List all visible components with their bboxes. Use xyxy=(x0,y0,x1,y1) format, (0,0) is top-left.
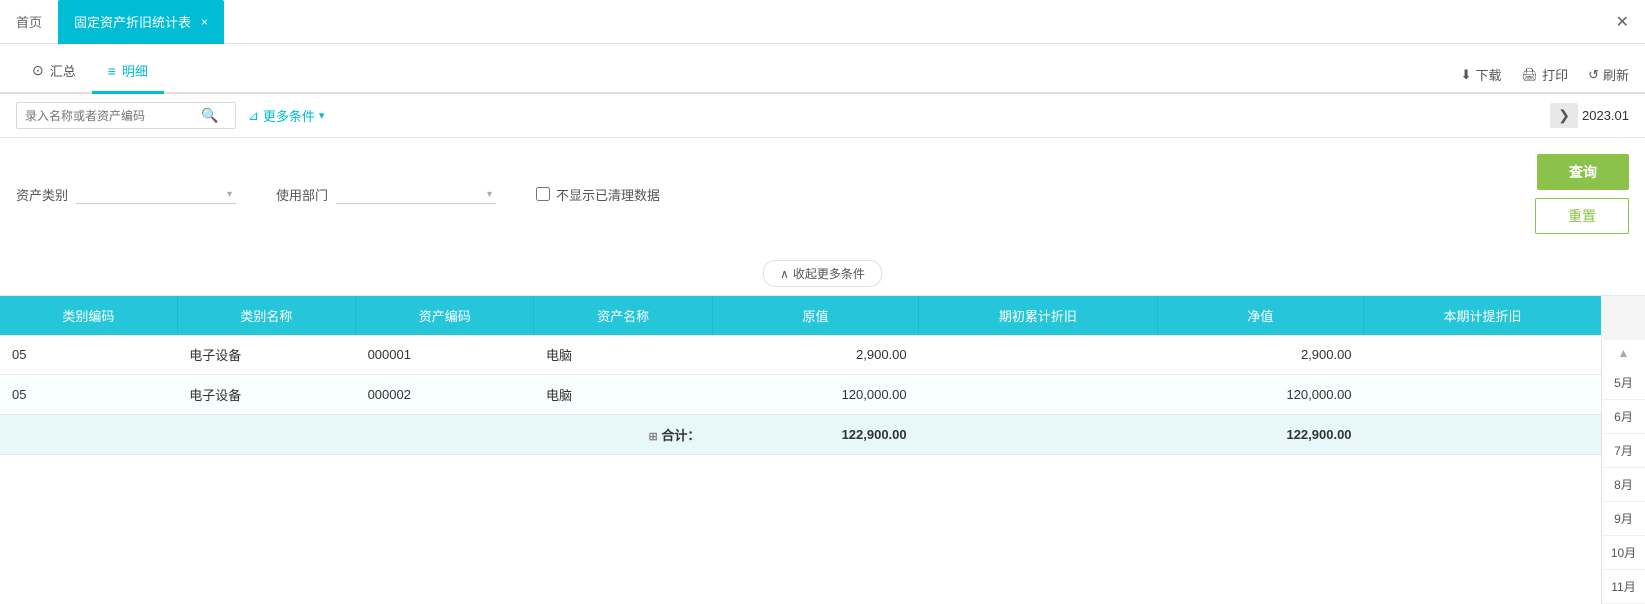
total-label: ⊞ 合计： xyxy=(0,415,712,455)
cell-category-code: 05 xyxy=(0,335,177,375)
tab-detail[interactable]: ≡ 明细 xyxy=(92,50,164,94)
search-input[interactable] xyxy=(25,109,195,123)
total-net-value: 122,900.00 xyxy=(1157,415,1363,455)
month-item-7[interactable]: 7月 xyxy=(1602,434,1645,468)
download-icon: ⬇ xyxy=(1461,67,1472,83)
download-button[interactable]: ⬇ 下载 xyxy=(1461,65,1502,84)
department-select[interactable] xyxy=(336,184,496,204)
col-current-depreciation: 本期计提折旧 xyxy=(1364,296,1601,335)
col-accumulated-depreciation: 期初累计折旧 xyxy=(919,296,1158,335)
cell-accumulated-depreciation xyxy=(919,335,1158,375)
cell-category-code: 05 xyxy=(0,375,177,415)
home-nav[interactable]: 首页 xyxy=(16,12,58,31)
no-cleared-label[interactable]: 不显示已清理数据 xyxy=(556,185,660,204)
cell-asset-code: 000001 xyxy=(356,335,534,375)
cell-current-depreciation xyxy=(1364,375,1601,415)
window-close-icon[interactable]: ✕ xyxy=(1616,12,1629,32)
department-label: 使用部门 xyxy=(276,185,328,204)
search-icon: 🔍 xyxy=(201,107,218,124)
month-item-5[interactable]: 5月 xyxy=(1602,366,1645,400)
detail-tab-label: 明细 xyxy=(122,61,148,80)
date-prev-arrow[interactable]: ❯ xyxy=(1550,103,1578,128)
tab-summary[interactable]: ⊙ 汇总 xyxy=(16,50,92,94)
total-current-depreciation xyxy=(1364,415,1601,455)
col-asset-code: 资产编码 xyxy=(356,296,534,335)
refresh-label: 刷新 xyxy=(1603,65,1629,84)
col-category-code: 类别编码 xyxy=(0,296,177,335)
table-row: 05 电子设备 000002 电脑 120,000.00 120,000.00 xyxy=(0,375,1601,415)
cell-current-depreciation xyxy=(1364,335,1601,375)
table-row: 05 电子设备 000001 电脑 2,900.00 2,900.00 xyxy=(0,335,1601,375)
download-label: 下载 xyxy=(1476,65,1502,84)
filter-icon: ⊿ xyxy=(248,108,259,124)
month-item-8[interactable]: 8月 xyxy=(1602,468,1645,502)
asset-category-label: 资产类别 xyxy=(16,185,68,204)
cell-original-value: 2,900.00 xyxy=(712,335,918,375)
reset-button[interactable]: 重置 xyxy=(1535,198,1629,234)
collapse-label: 收起更多条件 xyxy=(793,265,865,282)
print-button[interactable]: 🖨 打印 xyxy=(1522,65,1569,84)
cell-net-value: 120,000.00 xyxy=(1157,375,1363,415)
sidebar-scroll-up[interactable]: ▲ xyxy=(1602,340,1645,366)
total-icon: ⊞ xyxy=(648,431,657,443)
detail-tab-icon: ≡ xyxy=(108,63,116,79)
cell-original-value: 120,000.00 xyxy=(712,375,918,415)
print-label: 打印 xyxy=(1542,65,1568,84)
refresh-icon: ↺ xyxy=(1588,67,1599,83)
month-item-10[interactable]: 10月 xyxy=(1602,536,1645,570)
month-item-9[interactable]: 9月 xyxy=(1602,502,1645,536)
date-label: 2023.01 xyxy=(1582,108,1629,123)
total-accumulated-depreciation xyxy=(919,415,1158,455)
refresh-button[interactable]: ↺ 刷新 xyxy=(1588,65,1629,84)
cell-category-name: 电子设备 xyxy=(177,335,355,375)
more-conditions-btn[interactable]: ⊿ 更多条件 ▾ xyxy=(248,106,324,125)
cell-asset-name: 电脑 xyxy=(534,335,712,375)
search-box: 🔍 xyxy=(16,102,236,129)
cell-asset-code: 000002 xyxy=(356,375,534,415)
no-cleared-checkbox[interactable] xyxy=(536,187,550,201)
cell-net-value: 2,900.00 xyxy=(1157,335,1363,375)
cell-accumulated-depreciation xyxy=(919,375,1158,415)
print-icon: 🖨 xyxy=(1522,67,1539,83)
col-original-value: 原值 xyxy=(712,296,918,335)
chevron-down-icon: ▾ xyxy=(319,109,325,122)
query-button[interactable]: 查询 xyxy=(1537,154,1629,190)
total-original-value: 122,900.00 xyxy=(712,415,918,455)
more-conditions-label: 更多条件 xyxy=(263,106,315,125)
tab-close-icon[interactable]: × xyxy=(201,15,208,29)
cell-category-name: 电子设备 xyxy=(177,375,355,415)
asset-category-select[interactable] xyxy=(76,184,236,204)
col-category-name: 类别名称 xyxy=(177,296,355,335)
chevron-up-icon: ∧ xyxy=(780,267,789,281)
month-item-11[interactable]: 11月 xyxy=(1602,570,1645,604)
cell-asset-name: 电脑 xyxy=(534,375,712,415)
summary-tab-label: 汇总 xyxy=(50,61,76,80)
total-row: ⊞ 合计： 122,900.00 122,900.00 xyxy=(0,415,1601,455)
month-item-6[interactable]: 6月 xyxy=(1602,400,1645,434)
col-asset-name: 资产名称 xyxy=(534,296,712,335)
summary-tab-icon: ⊙ xyxy=(32,62,44,79)
tab-label: 固定资产折旧统计表 xyxy=(74,12,191,31)
collapse-conditions-btn[interactable]: ∧ 收起更多条件 xyxy=(763,260,882,287)
col-net-value: 净值 xyxy=(1157,296,1363,335)
active-tab[interactable]: 固定资产折旧统计表 × xyxy=(58,0,224,44)
